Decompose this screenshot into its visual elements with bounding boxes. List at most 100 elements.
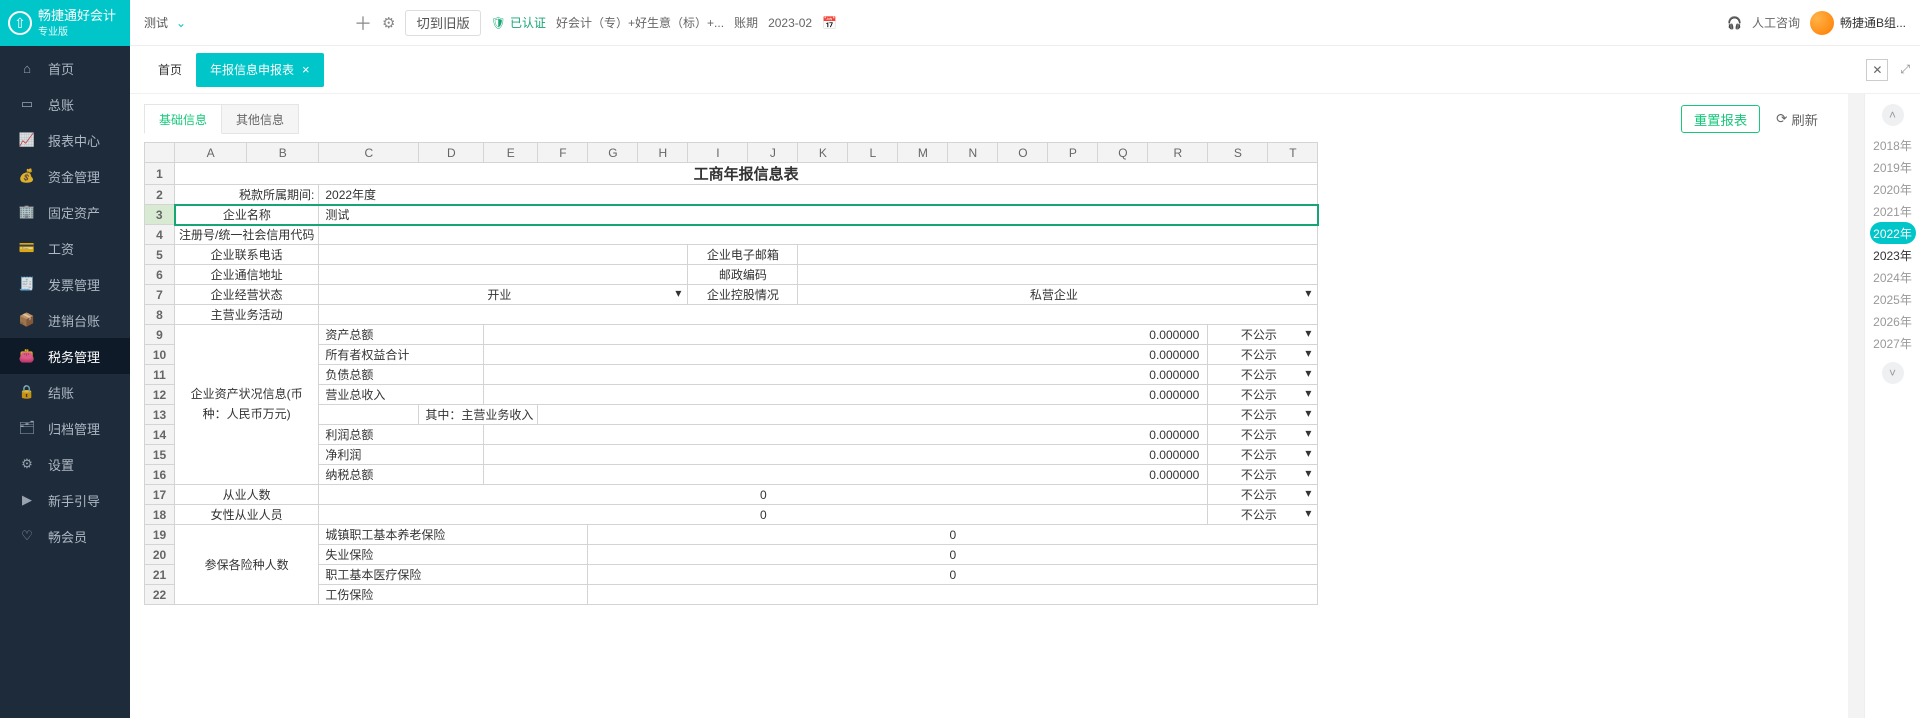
nav-item-12[interactable]: ▶新手引导 — [0, 482, 130, 518]
year-2025年[interactable]: 2025年 — [1870, 288, 1916, 310]
nav-label: 畅会员 — [48, 527, 87, 546]
nav-label: 发票管理 — [48, 275, 100, 294]
nav-item-3[interactable]: 💰资金管理 — [0, 158, 130, 194]
col-header[interactable]: O — [998, 143, 1048, 163]
year-2022年[interactable]: 2022年 — [1870, 222, 1916, 244]
support-link[interactable]: 人工咨询 — [1752, 14, 1800, 31]
calendar-icon[interactable]: 📅 — [822, 16, 837, 30]
nav-item-11[interactable]: ⚙设置 — [0, 446, 130, 482]
nav: ⌂ 首页 ▭ 总账 📈报表中心💰资金管理🏢固定资产💳工资 🧾 发票管理 📦进销台账 👛 税务管理 🔒… — [0, 46, 130, 554]
plus-icon[interactable]: ＋ — [354, 10, 372, 36]
expand-icon[interactable]: ⤢ — [1900, 62, 1910, 77]
shield-check-icon: 🛡 — [491, 16, 506, 30]
vertical-scrollbar[interactable] — [1848, 94, 1864, 718]
nav-label: 总账 — [48, 95, 74, 114]
col-header[interactable]: A — [175, 143, 247, 163]
headset-icon: 🎧 — [1727, 16, 1742, 30]
nav-item-10[interactable]: 🗂归档管理 — [0, 410, 130, 446]
certified-badge: 🛡 已认证 — [491, 14, 546, 31]
close-tab-icon[interactable]: × — [302, 62, 310, 77]
year-2027年[interactable]: 2027年 — [1870, 332, 1916, 354]
cloud-up-icon: ⇧ — [8, 11, 32, 35]
col-header[interactable]: L — [848, 143, 898, 163]
sidebar: ⇧ 畅捷通好会计 专业版 ⌂ 首页 ▭ 总账 📈报表中心💰资金管理🏢固定资产💳工资 🧾 发票… — [0, 0, 130, 718]
year-2018年[interactable]: 2018年 — [1870, 134, 1916, 156]
switch-old-button[interactable]: 切到旧版 — [405, 10, 480, 36]
nav-item-7[interactable]: 📦进销台账 — [0, 302, 130, 338]
spreadsheet[interactable]: ABCDEFGHIJKLMNOPQRST1工商年报信息表2税款所属期间:2022… — [144, 142, 1848, 718]
nav-item-6[interactable]: 🧾 发票管理 — [0, 266, 130, 302]
nav-icon: 👛 — [18, 347, 36, 365]
org-selector[interactable]: 测试 ⌄ — [144, 14, 344, 31]
col-header[interactable]: E — [484, 143, 538, 163]
nav-label: 首页 — [48, 59, 74, 78]
col-header[interactable]: R — [1148, 143, 1208, 163]
nav-item-4[interactable]: 🏢固定资产 — [0, 194, 130, 230]
gear-icon[interactable]: ⚙ — [382, 14, 395, 32]
col-header[interactable]: M — [898, 143, 948, 163]
refresh-label: 刷新 — [1791, 110, 1818, 129]
product-label: 好会计（专）+好生意（标）+... — [556, 14, 724, 31]
col-header[interactable]: B — [247, 143, 319, 163]
nav-item-2[interactable]: 📈报表中心 — [0, 122, 130, 158]
col-header[interactable]: K — [798, 143, 848, 163]
year-2020年[interactable]: 2020年 — [1870, 178, 1916, 200]
nav-label: 进销台账 — [48, 311, 100, 330]
brand-logo[interactable]: ⇧ 畅捷通好会计 专业版 — [0, 0, 130, 46]
nav-icon: ⌂ — [18, 59, 36, 77]
col-header[interactable]: S — [1208, 143, 1268, 163]
col-header[interactable]: C — [319, 143, 419, 163]
col-header[interactable]: D — [419, 143, 484, 163]
tab-annual-report[interactable]: 年报信息申报表 × — [196, 53, 324, 87]
certified-label: 已认证 — [510, 14, 546, 31]
subtab-other-label: 其他信息 — [236, 111, 284, 128]
nav-item-0[interactable]: ⌂ 首页 — [0, 50, 130, 86]
subtab-basic-label: 基础信息 — [159, 111, 207, 128]
nav-icon: 📈 — [18, 131, 36, 149]
nav-item-8[interactable]: 👛 税务管理 — [0, 338, 130, 374]
year-2023年[interactable]: 2023年 — [1870, 244, 1916, 266]
year-down-icon[interactable]: ˅ — [1882, 362, 1904, 384]
nav-item-13[interactable]: ♡畅会员 — [0, 518, 130, 554]
user-name: 畅捷通B组... — [1840, 14, 1906, 31]
sub-tabs: 基础信息 其他信息 — [144, 104, 299, 134]
col-header[interactable]: Q — [1098, 143, 1148, 163]
nav-label: 新手引导 — [48, 491, 100, 510]
year-2021年[interactable]: 2021年 — [1870, 200, 1916, 222]
reset-report-button[interactable]: 重置报表 — [1681, 105, 1760, 133]
chevron-down-icon: ⌄ — [176, 16, 186, 30]
nav-icon: ▭ — [18, 95, 36, 113]
subtab-other[interactable]: 其他信息 — [222, 104, 299, 134]
nav-item-9[interactable]: 🔒结账 — [0, 374, 130, 410]
year-2019年[interactable]: 2019年 — [1870, 156, 1916, 178]
col-header[interactable]: F — [538, 143, 588, 163]
nav-icon: 🏢 — [18, 203, 36, 221]
period-value[interactable]: 2023-02 — [768, 16, 812, 30]
col-header[interactable]: T — [1268, 143, 1318, 163]
year-rail: ˄ 2018年2019年2020年2021年2022年2023年2024年202… — [1864, 94, 1920, 718]
nav-icon: 🧾 — [18, 275, 36, 293]
col-header[interactable]: I — [688, 143, 748, 163]
year-up-icon[interactable]: ˄ — [1882, 104, 1904, 126]
col-header[interactable]: G — [588, 143, 638, 163]
nav-label: 结账 — [48, 383, 74, 402]
year-2026年[interactable]: 2026年 — [1870, 310, 1916, 332]
refresh-icon: ⟳ — [1776, 111, 1787, 127]
col-header[interactable]: H — [638, 143, 688, 163]
user-menu[interactable]: 畅捷通B组... — [1810, 11, 1906, 35]
nav-label: 工资 — [48, 239, 74, 258]
col-header[interactable]: N — [948, 143, 998, 163]
close-all-tabs[interactable]: ✕ — [1866, 59, 1888, 81]
refresh-button[interactable]: ⟳刷新 — [1770, 105, 1824, 133]
nav-item-1[interactable]: ▭ 总账 — [0, 86, 130, 122]
col-header[interactable]: P — [1048, 143, 1098, 163]
nav-icon: 💰 — [18, 167, 36, 185]
nav-icon: ⚙ — [18, 455, 36, 473]
subtab-basic[interactable]: 基础信息 — [144, 104, 222, 134]
year-2024年[interactable]: 2024年 — [1870, 266, 1916, 288]
nav-label: 税务管理 — [48, 347, 100, 366]
tab-home[interactable]: 首页 — [144, 53, 196, 87]
nav-item-5[interactable]: 💳工资 — [0, 230, 130, 266]
col-header[interactable]: J — [748, 143, 798, 163]
page-tabs: 首页 年报信息申报表 × ✕ ⤢ — [130, 46, 1920, 94]
